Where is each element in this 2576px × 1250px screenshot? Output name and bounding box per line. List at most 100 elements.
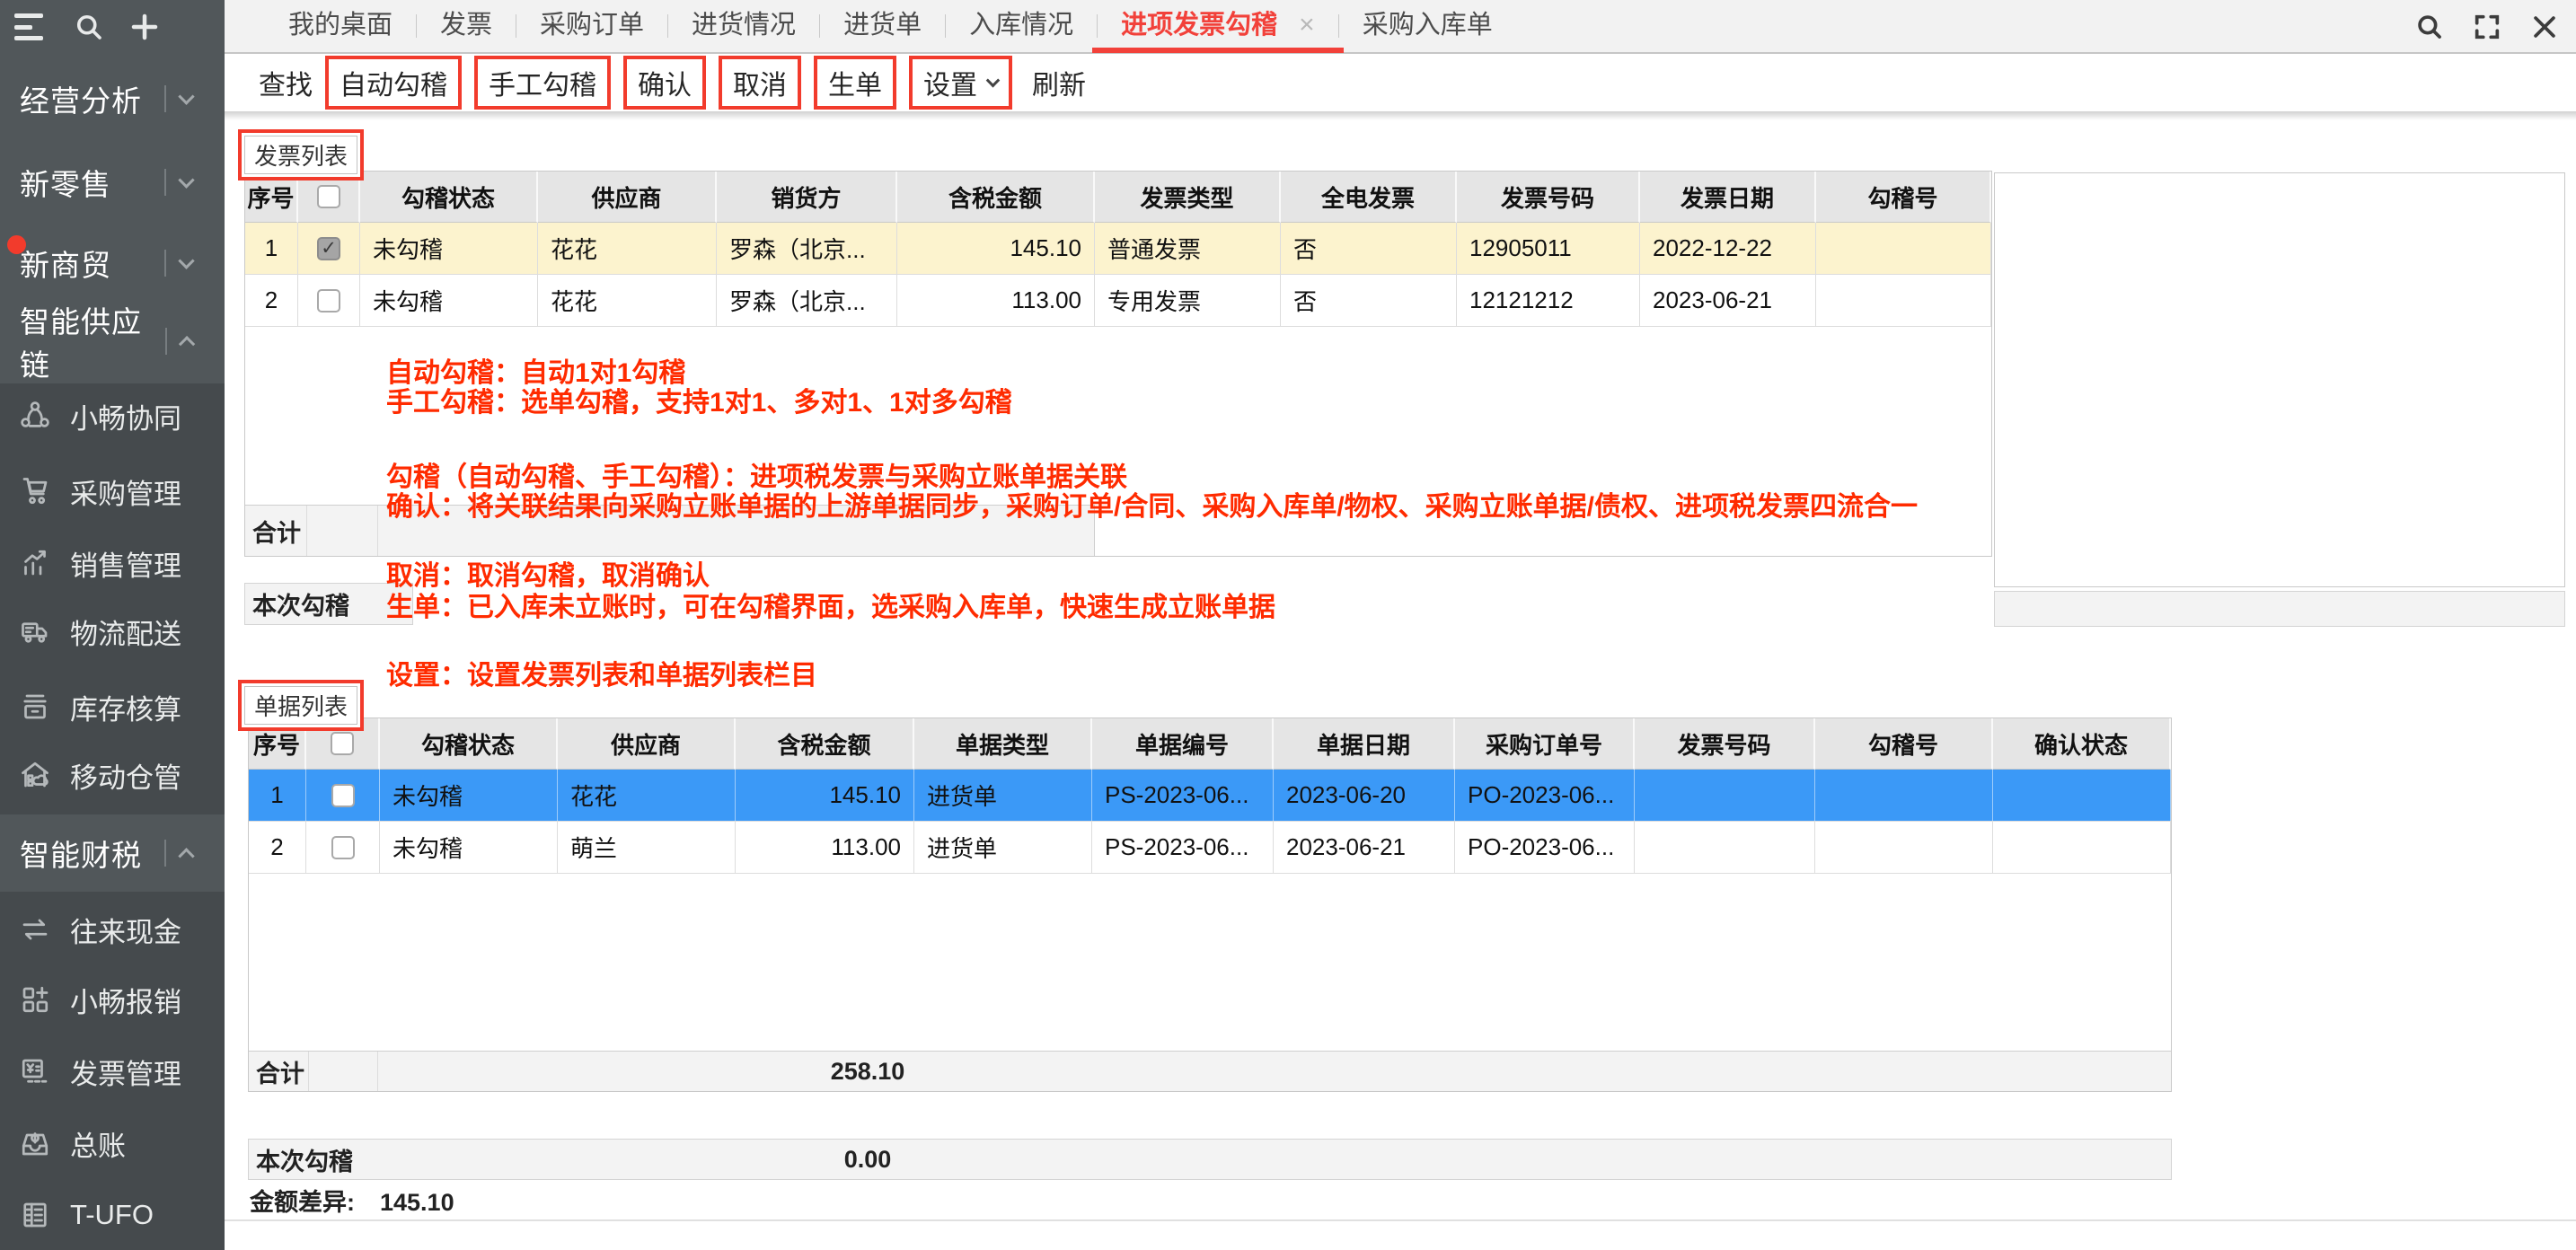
current-recon-value: 0.00	[843, 1145, 892, 1173]
row-checkbox[interactable]: ✓	[317, 288, 340, 312]
col-amount: 含税金额	[736, 718, 914, 770]
sidebar-group-smart-supply-chain[interactable]: 智能供应链	[0, 305, 225, 382]
cell-seq: 2	[245, 275, 298, 326]
sidebar-item-purchase[interactable]: 采购管理	[0, 469, 225, 514]
tab-incoming-doc[interactable]: 进货单	[820, 0, 945, 53]
annotation-settings: 设置：设置发票列表和单据列表栏目	[386, 661, 817, 691]
window-icons	[2414, 0, 2560, 54]
fullscreen-icon[interactable]	[2472, 12, 2502, 42]
cell-invoice-date: 2022-12-22	[1640, 223, 1816, 274]
cell-recon-status: 未勾稽	[380, 822, 558, 873]
col-doc-date: 单据日期	[1274, 718, 1455, 770]
generate-doc-button[interactable]: 生单	[828, 63, 882, 102]
annotation-confirm: 确认：将关联结果向采购立账单据的上游单据同步，采购订单/合同、采购入库单/物权、…	[386, 492, 1919, 522]
cell-seller: 罗森（北京...	[717, 223, 897, 274]
row-checkbox[interactable]: ✓	[331, 783, 355, 807]
cell-amount: 113.00	[897, 275, 1095, 326]
col-doc-no: 单据编号	[1092, 718, 1274, 770]
invoice-table-row[interactable]: 1 ✓ 未勾稽 花花 罗森（北京... 145.10 普通发票 否 129050…	[245, 223, 1991, 275]
select-all-checkbox[interactable]: ✓	[331, 732, 354, 755]
tab-close-icon[interactable]: ×	[1299, 10, 1315, 40]
sidebar-item-general-ledger[interactable]: 总账	[0, 1121, 225, 1166]
row-checkbox[interactable]: ✓	[331, 835, 355, 859]
col-supplier: 供应商	[558, 718, 736, 770]
close-icon[interactable]	[2529, 12, 2560, 42]
tab-incoming-status[interactable]: 进货情况	[668, 0, 819, 53]
menu-icon[interactable]	[14, 13, 45, 40]
annotation-generate: 生单：已入库未立账时，可在勾稽界面，选采购入库单，快速生成立账单据	[386, 593, 1275, 622]
cell-recon-status: 未勾稽	[380, 770, 558, 821]
doc-table-header: 序号 ✓ 勾稽状态 供应商 含税金额 单据类型 单据编号 单据日期 采购订单号 …	[249, 718, 2171, 770]
sidebar-group-label: 智能供应链	[20, 305, 142, 382]
sidebar-item-invoice-mgmt[interactable]: 发票管理	[0, 1049, 225, 1094]
sidebar-top-icons	[0, 0, 225, 54]
cell-supplier: 花花	[558, 770, 736, 821]
sidebar-item-label: 小畅协同	[70, 402, 181, 435]
sidebar-item-collab[interactable]: 小畅协同	[0, 393, 225, 438]
sidebar-item-inventory[interactable]: 库存核算	[0, 684, 225, 729]
sidebar-item-label: T-UFO	[70, 1199, 154, 1230]
invoice-table-header: 序号 ✓ 勾稽状态 供应商 销货方 含税金额 发票类型 全电发票 发票号码 发票…	[245, 172, 1991, 223]
doc-table-row[interactable]: 2 ✓ 未勾稽 萌兰 113.00 进货单 PS-2023-06... 2023…	[249, 822, 2171, 874]
divider	[164, 85, 166, 112]
sidebar-item-mobile-warehouse[interactable]: 移动仓管	[0, 753, 225, 797]
sidebar-item-logistics[interactable]: 物流配送	[0, 609, 225, 654]
sidebar-group-new-retail[interactable]: 新零售	[0, 160, 225, 205]
find-button[interactable]: 查找	[259, 63, 313, 102]
settings-button[interactable]: 设置	[923, 63, 977, 102]
tab-label: 采购入库单	[1362, 11, 1493, 40]
cell-doc-date: 2023-06-20	[1274, 770, 1455, 821]
cell-amount: 113.00	[736, 822, 914, 873]
cell-supplier: 萌兰	[558, 822, 736, 873]
search-icon[interactable]	[73, 11, 105, 43]
cell-seq: 1	[245, 223, 298, 274]
refresh-button[interactable]: 刷新	[1032, 63, 1086, 102]
sidebar-group-smart-finance[interactable]: 智能财税	[0, 831, 225, 876]
expense-icon	[18, 982, 52, 1017]
sidebar-group-new-trade[interactable]: 新商贸	[0, 241, 225, 286]
amount-difference-value: 145.10	[380, 1189, 454, 1216]
cell-invoice-no: 12905011	[1457, 223, 1640, 274]
sidebar-item-label: 往来现金	[70, 916, 181, 948]
sidebar-item-cash[interactable]: 往来现金	[0, 907, 225, 952]
search-icon[interactable]	[2414, 12, 2445, 42]
detail-empty-footer	[1994, 591, 2565, 627]
sidebar-item-expense[interactable]: 小畅报销	[0, 977, 225, 1022]
inventory-icon	[18, 690, 52, 724]
tab-invoice[interactable]: 发票	[417, 0, 516, 53]
tab-label: 采购订单	[540, 11, 645, 40]
cell-recon-status: 未勾稽	[360, 275, 538, 326]
sidebar-group-business-analysis[interactable]: 经营分析	[0, 76, 225, 121]
confirm-button[interactable]: 确认	[638, 63, 692, 102]
doc-current-recon-row: 本次勾稽 0.00	[248, 1139, 2172, 1180]
invoice-table-row[interactable]: 2 ✓ 未勾稽 花花 罗森（北京... 113.00 专用发票 否 121212…	[245, 275, 1991, 327]
sidebar-item-label: 移动仓管	[70, 761, 181, 794]
cell-invoice-no: 12121212	[1457, 275, 1640, 326]
tab-my-desktop[interactable]: 我的桌面	[265, 0, 416, 53]
tab-input-invoice-reconciliation[interactable]: 进项发票勾稽 ×	[1092, 0, 1344, 53]
col-invoice-no: 发票号码	[1457, 172, 1640, 223]
cancel-button[interactable]: 取消	[733, 63, 787, 102]
cell-recon-no	[1815, 770, 1993, 821]
annotation-manual-reconcile: 手工勾稽：选单勾稽，支持1对1、多对1、1对多勾稽	[386, 388, 1012, 418]
col-po-no: 采购订单号	[1455, 718, 1635, 770]
add-icon[interactable]	[128, 11, 161, 43]
sidebar-item-tufo[interactable]: T-UFO	[0, 1193, 225, 1237]
cart-icon	[18, 474, 52, 508]
chevron-up-icon	[178, 335, 195, 352]
doc-table-row[interactable]: 1 ✓ 未勾稽 花花 145.10 进货单 PS-2023-06... 2023…	[249, 770, 2171, 822]
tab-purchase-inbound-doc[interactable]: 采购入库单	[1339, 0, 1516, 53]
cell-amount: 145.10	[736, 770, 914, 821]
tab-purchase-order[interactable]: 采购订单	[516, 0, 667, 53]
row-checkbox[interactable]: ✓	[317, 236, 340, 260]
sidebar-group-label: 新零售	[20, 168, 111, 201]
current-recon-label: 本次勾稽	[256, 1148, 353, 1175]
manual-reconcile-button[interactable]: 手工勾稽	[489, 63, 596, 102]
tab-inbound-status[interactable]: 入库情况	[946, 0, 1097, 53]
sidebar-item-sales[interactable]: 销售管理	[0, 541, 225, 585]
auto-reconcile-button[interactable]: 自动勾稽	[340, 63, 447, 102]
select-all-checkbox[interactable]: ✓	[316, 185, 340, 208]
total-label: 合计	[245, 506, 307, 556]
chevron-down-icon	[178, 251, 195, 269]
cell-select: ✓	[298, 275, 360, 326]
